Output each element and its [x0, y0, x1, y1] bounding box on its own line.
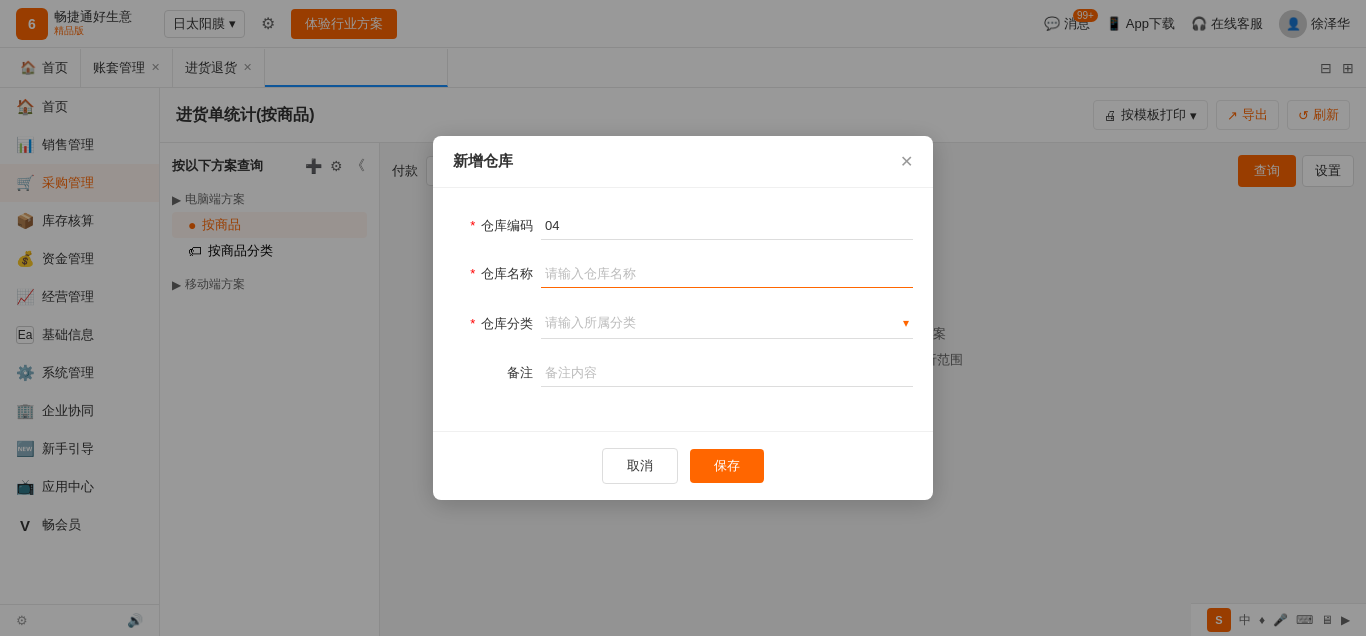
- dialog-title: 新增仓库: [453, 152, 513, 171]
- dialog-body: * 仓库编码 * 仓库名称 * 仓库分类 请输入所属: [433, 188, 933, 431]
- category-select[interactable]: 请输入所属分类 ▾: [541, 308, 913, 339]
- form-row-note: 备注: [453, 359, 913, 387]
- dialog-footer: 取消 保存: [433, 431, 933, 500]
- note-label: 备注: [453, 364, 533, 382]
- form-row-code: * 仓库编码: [453, 212, 913, 240]
- code-label: * 仓库编码: [453, 217, 533, 235]
- form-row-name: * 仓库名称: [453, 260, 913, 288]
- save-button[interactable]: 保存: [690, 449, 764, 483]
- dialog-close-button[interactable]: ✕: [900, 152, 913, 171]
- form-row-category: * 仓库分类 请输入所属分类 ▾: [453, 308, 913, 339]
- code-input[interactable]: [541, 212, 913, 240]
- name-input[interactable]: [541, 260, 913, 288]
- modal-overlay: 新增仓库 ✕ * 仓库编码 * 仓库名称: [0, 0, 1366, 636]
- add-warehouse-dialog: 新增仓库 ✕ * 仓库编码 * 仓库名称: [433, 136, 933, 500]
- note-input[interactable]: [541, 359, 913, 387]
- name-label: * 仓库名称: [453, 265, 533, 283]
- cancel-button[interactable]: 取消: [602, 448, 678, 484]
- select-arrow-icon: ▾: [903, 316, 909, 330]
- category-label: * 仓库分类: [453, 315, 533, 333]
- dialog-header: 新增仓库 ✕: [433, 136, 933, 188]
